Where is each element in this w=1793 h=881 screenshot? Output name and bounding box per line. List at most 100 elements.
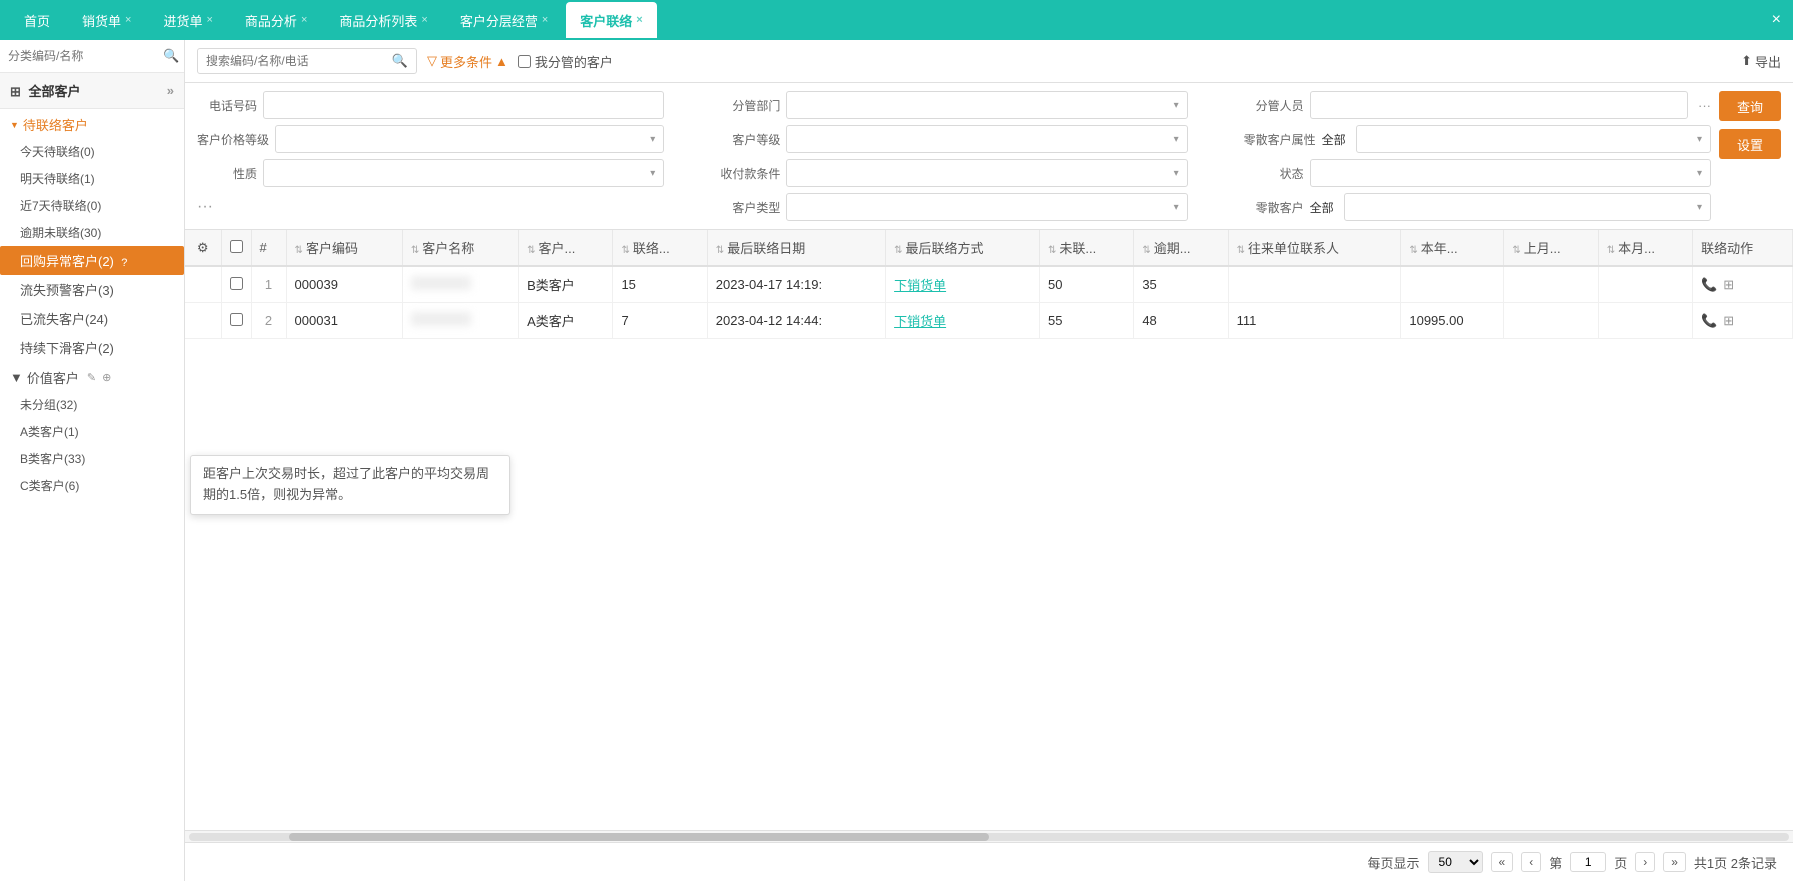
nav-tab-sales-close[interactable]: × bbox=[125, 14, 131, 26]
row2-grid-icon[interactable]: ⊞ bbox=[1723, 313, 1734, 329]
sidebar-item-overdue[interactable]: 逾期未联络(30) bbox=[0, 219, 184, 246]
table-header-contact-person[interactable]: 往来单位联系人 bbox=[1228, 230, 1401, 266]
sidebar-item-churned[interactable]: 已流失客户(24) bbox=[0, 304, 184, 333]
filter-retail-attr-select[interactable]: ▾ bbox=[1356, 125, 1711, 153]
sidebar-item-class-b[interactable]: B类客户(33) bbox=[0, 445, 184, 472]
sidebar-search-icon[interactable]: 🔍 bbox=[163, 48, 179, 64]
row1-phone-icon[interactable]: 📞 bbox=[1701, 277, 1717, 293]
window-close-button[interactable]: × bbox=[1772, 11, 1781, 29]
filter-price-level-select[interactable]: ▾ bbox=[275, 125, 664, 153]
prev-page-button[interactable]: ‹ bbox=[1521, 852, 1541, 872]
table-header-last-contact-date[interactable]: 最后联络日期 bbox=[707, 230, 885, 266]
row1-name bbox=[402, 266, 518, 303]
export-icon: ⬆ bbox=[1741, 53, 1752, 69]
page-number-input[interactable] bbox=[1570, 852, 1606, 872]
table-header-contact[interactable]: 联络... bbox=[613, 230, 707, 266]
row2-contact-method-link[interactable]: 下销货单 bbox=[894, 314, 946, 329]
search-input[interactable] bbox=[206, 54, 392, 68]
row1-contact-person bbox=[1228, 266, 1401, 303]
table-row: 2 000031 A类客户 7 2023-04-12 14:44: 下销货单 5… bbox=[185, 303, 1793, 339]
content-area: 🔍 ▽ 更多条件 ▲ 我分管的客户 ⬆ 导出 bbox=[185, 40, 1793, 881]
search-icon[interactable]: 🔍 bbox=[392, 53, 408, 69]
settings-button[interactable]: 设置 bbox=[1719, 129, 1781, 159]
sidebar-item-declining[interactable]: 持续下滑客户(2) bbox=[0, 333, 184, 362]
row1-checkbox-input[interactable] bbox=[230, 277, 243, 290]
nav-tab-analysis-list-close[interactable]: × bbox=[421, 14, 427, 26]
table-header-checkbox bbox=[221, 230, 251, 266]
nav-tab-purchase[interactable]: 进货单 × bbox=[149, 2, 226, 38]
sidebar-collapse-button[interactable]: » bbox=[167, 83, 174, 98]
add-icon[interactable]: ⊕ bbox=[102, 371, 111, 384]
table-header-type[interactable]: 客户... bbox=[519, 230, 613, 266]
table-header-last-month[interactable]: 上月... bbox=[1504, 230, 1598, 266]
filter-customer-level-select[interactable]: ▾ bbox=[786, 125, 1187, 153]
filter-phone-input[interactable] bbox=[263, 91, 664, 119]
nav-tab-customer-ops[interactable]: 客户分层经营 × bbox=[446, 2, 562, 38]
filter-retail-customer-select[interactable]: ▾ bbox=[1344, 193, 1711, 221]
per-page-select[interactable]: 50 100 200 bbox=[1428, 851, 1483, 873]
my-customers-checkbox[interactable]: 我分管的客户 bbox=[518, 52, 613, 71]
select-all-checkbox[interactable] bbox=[230, 240, 243, 253]
nav-home-tab[interactable]: 首页 bbox=[10, 5, 64, 36]
dots-icon[interactable]: ··· bbox=[197, 198, 213, 216]
nav-tab-sales[interactable]: 销货单 × bbox=[68, 2, 145, 38]
sidebar-item-class-a[interactable]: A类客户(1) bbox=[0, 418, 184, 445]
sidebar-item-ungrouped[interactable]: 未分组(32) bbox=[0, 391, 184, 418]
filter-nature-label: 性质 bbox=[197, 165, 257, 182]
filter-manager-input[interactable] bbox=[1310, 91, 1688, 119]
sidebar-search-input[interactable] bbox=[8, 49, 163, 63]
table-header-this-month[interactable]: 本月... bbox=[1598, 230, 1692, 266]
export-button[interactable]: ⬆ 导出 bbox=[1741, 52, 1781, 71]
horizontal-scrollbar[interactable] bbox=[185, 830, 1793, 842]
page-label: 第 bbox=[1549, 853, 1562, 872]
sidebar-item-class-c[interactable]: C类客户(6) bbox=[0, 472, 184, 499]
sidebar-item-7day-pending[interactable]: 近7天待联络(0) bbox=[0, 192, 184, 219]
table-header-name[interactable]: 客户名称 bbox=[402, 230, 518, 266]
sidebar-pending-group[interactable]: ▼ 待联络客户 bbox=[0, 109, 184, 138]
nav-tab-analysis-close[interactable]: × bbox=[301, 14, 307, 26]
sidebar-value-group[interactable]: ▼ 价值客户 ✎ ⊕ bbox=[0, 362, 184, 391]
chevron-down-icon-2: ▾ bbox=[650, 134, 655, 145]
nav-tab-customer-ops-close[interactable]: × bbox=[542, 14, 548, 26]
sidebar-item-tomorrow-pending[interactable]: 明天待联络(1) bbox=[0, 165, 184, 192]
next-page-button[interactable]: › bbox=[1635, 852, 1655, 872]
query-button[interactable]: 查询 bbox=[1719, 91, 1781, 121]
first-page-button[interactable]: « bbox=[1491, 852, 1514, 872]
filter-customer-type-select[interactable]: ▾ bbox=[786, 193, 1187, 221]
table-header-code[interactable]: 客户编码 bbox=[286, 230, 402, 266]
sidebar-item-churn-warning[interactable]: 流失预警客户(3) bbox=[0, 275, 184, 304]
filter-payment-select[interactable]: ▾ bbox=[786, 159, 1187, 187]
per-page-label: 每页显示 bbox=[1368, 853, 1420, 872]
row2-this-month bbox=[1598, 303, 1692, 339]
edit-icon[interactable]: ✎ bbox=[87, 371, 96, 384]
filter-nature-select[interactable]: ▾ bbox=[263, 159, 664, 187]
table-header-this-year[interactable]: 本年... bbox=[1401, 230, 1504, 266]
table-header-last-contact-method[interactable]: 最后联络方式 bbox=[886, 230, 1040, 266]
row2-phone-icon[interactable]: 📞 bbox=[1701, 313, 1717, 329]
sidebar-item-today-pending[interactable]: 今天待联络(0) bbox=[0, 138, 184, 165]
table-header-gear[interactable]: ⚙ bbox=[185, 230, 221, 266]
nav-tab-customer-contact[interactable]: 客户联络 × bbox=[566, 2, 656, 38]
row1-grid-icon[interactable]: ⊞ bbox=[1723, 277, 1734, 293]
row1-contact-method-link[interactable]: 下销货单 bbox=[894, 278, 946, 293]
nav-tab-analysis[interactable]: 商品分析 × bbox=[231, 2, 321, 38]
row2-name bbox=[402, 303, 518, 339]
scrollbar-thumb[interactable] bbox=[289, 833, 989, 841]
manager-dots-icon[interactable]: ··· bbox=[1698, 98, 1711, 113]
row2-last-contact-method[interactable]: 下销货单 bbox=[886, 303, 1040, 339]
nav-tab-purchase-close[interactable]: × bbox=[206, 14, 212, 26]
table-header-overdue[interactable]: 逾期... bbox=[1134, 230, 1228, 266]
sidebar-item-repurchase-abnormal[interactable]: 回购异常客户(2) ? bbox=[0, 246, 184, 275]
filter-customer-level: 客户等级 ▾ bbox=[720, 125, 1187, 153]
my-customers-checkbox-input[interactable] bbox=[518, 55, 531, 68]
row2-checkbox-input[interactable] bbox=[230, 313, 243, 326]
nav-tab-analysis-list[interactable]: 商品分析列表 × bbox=[325, 2, 441, 38]
last-page-button[interactable]: » bbox=[1663, 852, 1686, 872]
nav-tab-customer-contact-close[interactable]: × bbox=[636, 14, 642, 26]
row1-checkbox bbox=[221, 266, 251, 303]
row1-last-contact-method[interactable]: 下销货单 bbox=[886, 266, 1040, 303]
filter-status-select[interactable]: ▾ bbox=[1310, 159, 1711, 187]
table-header-unread[interactable]: 未联... bbox=[1039, 230, 1133, 266]
more-conditions-button[interactable]: ▽ 更多条件 ▲ bbox=[427, 52, 508, 71]
filter-dept-select[interactable]: ▾ bbox=[786, 91, 1187, 119]
